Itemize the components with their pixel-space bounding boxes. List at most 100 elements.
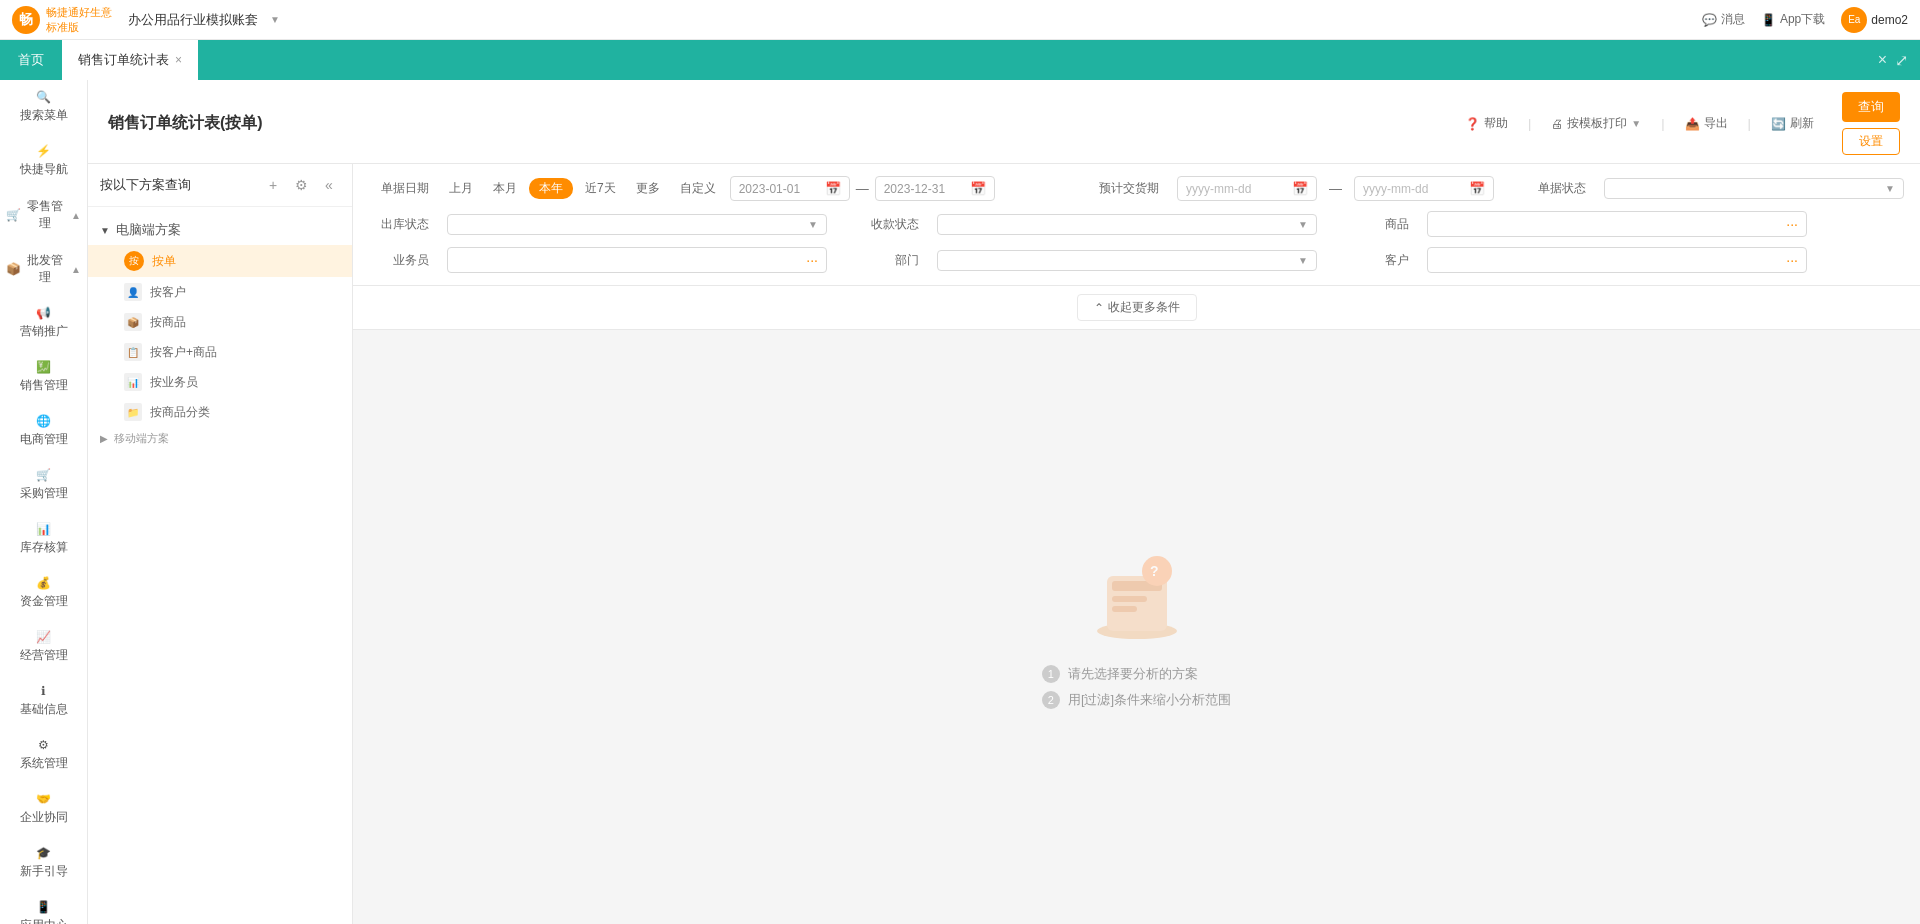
product-more-icon[interactable]: ··· (1786, 216, 1798, 232)
filter-row-3: 业务员 ··· 部门 ▼ 客户 ··· (369, 247, 1904, 273)
print-btn[interactable]: 🖨 按模板打印 ▼ (1543, 111, 1649, 136)
ecommerce-icon: 🌐 (36, 414, 51, 428)
split-layout: 按以下方案查询 + ⚙ « (88, 164, 1920, 924)
customer-label: 客户 (1349, 252, 1409, 269)
add-icon: + (269, 177, 277, 193)
filter-area: 单据日期 上月 本月 本年 近7天 更多 自定义 (353, 164, 1920, 286)
tab-home[interactable]: 首页 (0, 40, 62, 80)
scheme-icon-by-order: 按 (124, 251, 144, 271)
retail-icon: 🛒 (6, 208, 21, 222)
customer-more-icon[interactable]: ··· (1786, 252, 1798, 268)
pc-scheme-header[interactable]: ▼ 电脑端方案 (88, 215, 352, 245)
add-scheme-btn[interactable]: + (262, 174, 284, 196)
empty-tips: 1 请先选择要分析的方案 2 用[过滤]条件来缩小分析范围 (1042, 665, 1231, 709)
scheme-item-by-customer-product[interactable]: 📋 按客户+商品 (88, 337, 352, 367)
shortcut-custom[interactable]: 自定义 (672, 178, 724, 199)
logo-text: 畅捷通好生意 标准版 (46, 5, 112, 34)
doc-status-label: 单据状态 (1526, 180, 1586, 197)
scheme-icon-by-customer: 👤 (124, 283, 142, 301)
scheme-item-by-salesperson[interactable]: 📊 按业务员 (88, 367, 352, 397)
calendar-end-icon: 📅 (970, 181, 986, 196)
scheme-item-by-order[interactable]: 按 按单 (88, 245, 352, 277)
sidebar-item-marketing[interactable]: 📢 营销推广 (0, 296, 87, 350)
settings-scheme-btn[interactable]: ⚙ (290, 174, 312, 196)
shortcut-last-month[interactable]: 上月 (441, 178, 481, 199)
scheme-item-by-product[interactable]: 📦 按商品 (88, 307, 352, 337)
sidebar-item-basic-info[interactable]: ℹ 基础信息 (0, 674, 87, 728)
collapse-panel-btn[interactable]: « (318, 174, 340, 196)
scheme-item-by-customer[interactable]: 👤 按客户 (88, 277, 352, 307)
department-arrow-icon: ▼ (1298, 255, 1308, 266)
expected-date-start-input[interactable]: yyyy-mm-dd 📅 (1177, 176, 1317, 201)
sidebar-item-retail[interactable]: 🛒 零售管理 ▲ (0, 188, 87, 242)
date-end-input[interactable]: 2023-12-31 📅 (875, 176, 995, 201)
reset-btn[interactable]: 设置 (1842, 128, 1900, 155)
user-area[interactable]: Ea demo2 (1841, 7, 1908, 33)
app-download-btn[interactable]: 📱 App下载 (1761, 11, 1825, 28)
app-dropdown-icon[interactable]: ▼ (270, 14, 280, 25)
sidebar-item-app-center[interactable]: 📱 应用中心 (0, 890, 87, 924)
sidebar-item-inventory[interactable]: 📊 库存核算 (0, 512, 87, 566)
chevron-right-icon: ▶ (100, 433, 108, 444)
refresh-icon: 🔄 (1771, 117, 1786, 131)
export-btn[interactable]: 📤 导出 (1677, 111, 1736, 136)
collapse-conditions-btn[interactable]: ⌃ 收起更多条件 (1077, 294, 1197, 321)
sidebar-item-search[interactable]: 🔍 搜索菜单 (0, 80, 87, 134)
tab-maximize-btn[interactable]: ⤢ (1895, 51, 1908, 70)
date-label: 单据日期 (369, 180, 429, 197)
delivery-status-label: 出库状态 (369, 216, 429, 233)
salesperson-select[interactable]: ··· (447, 247, 827, 273)
expected-date-end-input[interactable]: yyyy-mm-dd 📅 (1354, 176, 1494, 201)
collapse-bar[interactable]: ⌃ 收起更多条件 (353, 286, 1920, 330)
purchase-icon: 🛒 (36, 468, 51, 482)
top-bar-right: 💬 消息 📱 App下载 Ea demo2 (1702, 7, 1908, 33)
sidebar-item-operations[interactable]: 📈 经营管理 (0, 620, 87, 674)
shortcut-more[interactable]: 更多 (628, 178, 668, 199)
mobile-scheme-divider[interactable]: ▶ 移动端方案 (88, 427, 352, 450)
sidebar-item-wholesale[interactable]: 📦 批发管理 ▲ (0, 242, 87, 296)
refresh-btn[interactable]: 🔄 刷新 (1763, 111, 1822, 136)
scheme-item-by-product-category[interactable]: 📁 按商品分类 (88, 397, 352, 427)
help-btn[interactable]: ❓ 帮助 (1457, 111, 1516, 136)
sidebar-item-purchase[interactable]: 🛒 采购管理 (0, 458, 87, 512)
tab-close-icon[interactable]: × (175, 53, 182, 67)
sidebar-item-new-user[interactable]: 🎓 新手引导 (0, 836, 87, 890)
department-label: 部门 (859, 252, 919, 269)
new-user-icon: 🎓 (36, 846, 51, 860)
customer-select[interactable]: ··· (1427, 247, 1807, 273)
department-select[interactable]: ▼ (937, 250, 1317, 271)
sidebar-item-finance[interactable]: 💰 资金管理 (0, 566, 87, 620)
empty-tip-2: 2 用[过滤]条件来缩小分析范围 (1042, 691, 1231, 709)
query-btns-area: 查询 设置 (1834, 92, 1900, 155)
finance-icon: 💰 (36, 576, 51, 590)
svg-rect-4 (1112, 606, 1137, 612)
wholesale-arrow-icon: ▲ (71, 264, 81, 275)
tab-active[interactable]: 销售订单统计表 × (62, 40, 198, 80)
header-actions: ❓ 帮助 | 🖨 按模板打印 ▼ | 📤 导出 | 🔄 刷新 (1457, 92, 1900, 155)
print-icon: 🖨 (1551, 117, 1563, 131)
sidebar-item-system[interactable]: ⚙ 系统管理 (0, 728, 87, 782)
doc-status-select[interactable]: ▼ (1604, 178, 1904, 199)
sidebar-item-ecommerce[interactable]: 🌐 电商管理 (0, 404, 87, 458)
marketing-icon: 📢 (36, 306, 51, 320)
sidebar-item-enterprise[interactable]: 🤝 企业协同 (0, 782, 87, 836)
date-start-input[interactable]: 2023-01-01 📅 (730, 176, 850, 201)
query-btn[interactable]: 查询 (1842, 92, 1900, 122)
payment-status-select[interactable]: ▼ (937, 214, 1317, 235)
salesperson-more-icon[interactable]: ··· (806, 252, 818, 268)
product-select[interactable]: ··· (1427, 211, 1807, 237)
wholesale-icon: 📦 (6, 262, 21, 276)
date-group: 上月 本月 本年 近7天 更多 自定义 2023-01-01 📅 (441, 176, 1067, 201)
expected-date-separator: — (1329, 181, 1342, 196)
shortcut-last-7-days[interactable]: 近7天 (577, 178, 624, 199)
message-btn[interactable]: 💬 消息 (1702, 11, 1745, 28)
main-layout: 🔍 搜索菜单 ⚡ 快捷导航 🛒 零售管理 ▲ 📦 批发管理 ▲ 📢 营销推广 💹… (0, 80, 1920, 924)
tab-minimize-btn[interactable]: × (1878, 51, 1887, 69)
delivery-status-select[interactable]: ▼ (447, 214, 827, 235)
operations-icon: 📈 (36, 630, 51, 644)
shortcut-this-year[interactable]: 本年 (529, 178, 573, 199)
print-dropdown-icon: ▼ (1631, 118, 1641, 129)
shortcut-this-month[interactable]: 本月 (485, 178, 525, 199)
sidebar-item-sales[interactable]: 💹 销售管理 (0, 350, 87, 404)
sidebar-item-quick-nav[interactable]: ⚡ 快捷导航 (0, 134, 87, 188)
